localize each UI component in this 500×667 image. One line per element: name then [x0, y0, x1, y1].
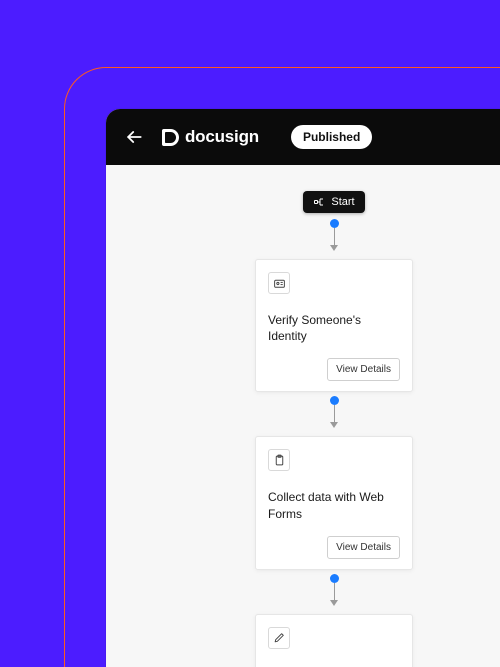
- workflow-canvas[interactable]: Start Verify Someone's Identity: [106, 165, 500, 667]
- workflow-flow: Start Verify Someone's Identity: [255, 165, 413, 667]
- app-header: docusign Published: [106, 109, 500, 165]
- connector-dot: [330, 574, 339, 583]
- brand-logo: docusign: [162, 127, 259, 147]
- connector: [330, 405, 338, 428]
- connector: [330, 583, 338, 606]
- workflow-step-verify-identity[interactable]: Verify Someone's Identity View Details: [255, 259, 413, 392]
- brand-mark-icon: [162, 129, 179, 146]
- view-details-button[interactable]: View Details: [327, 358, 400, 381]
- workflow-step-collect-data[interactable]: Collect data with Web Forms View Details: [255, 436, 413, 569]
- back-arrow-icon[interactable]: [124, 127, 144, 147]
- view-details-button[interactable]: View Details: [327, 536, 400, 559]
- step-title: Verify Someone's Identity: [268, 312, 400, 344]
- connector: [330, 228, 338, 251]
- branch-icon: [313, 196, 325, 208]
- app-window: docusign Published Start: [106, 109, 500, 667]
- start-node[interactable]: Start: [303, 191, 364, 213]
- id-card-icon: [268, 272, 290, 294]
- clipboard-icon: [268, 449, 290, 471]
- connector-dot: [330, 396, 339, 405]
- connector-dot: [330, 219, 339, 228]
- start-label: Start: [331, 196, 354, 208]
- workflow-step-get-signatures[interactable]: Get Signatures View Details: [255, 614, 413, 667]
- brand-name: docusign: [185, 127, 259, 147]
- step-title: Collect data with Web Forms: [268, 489, 400, 521]
- status-badge: Published: [291, 125, 372, 149]
- pen-icon: [268, 627, 290, 649]
